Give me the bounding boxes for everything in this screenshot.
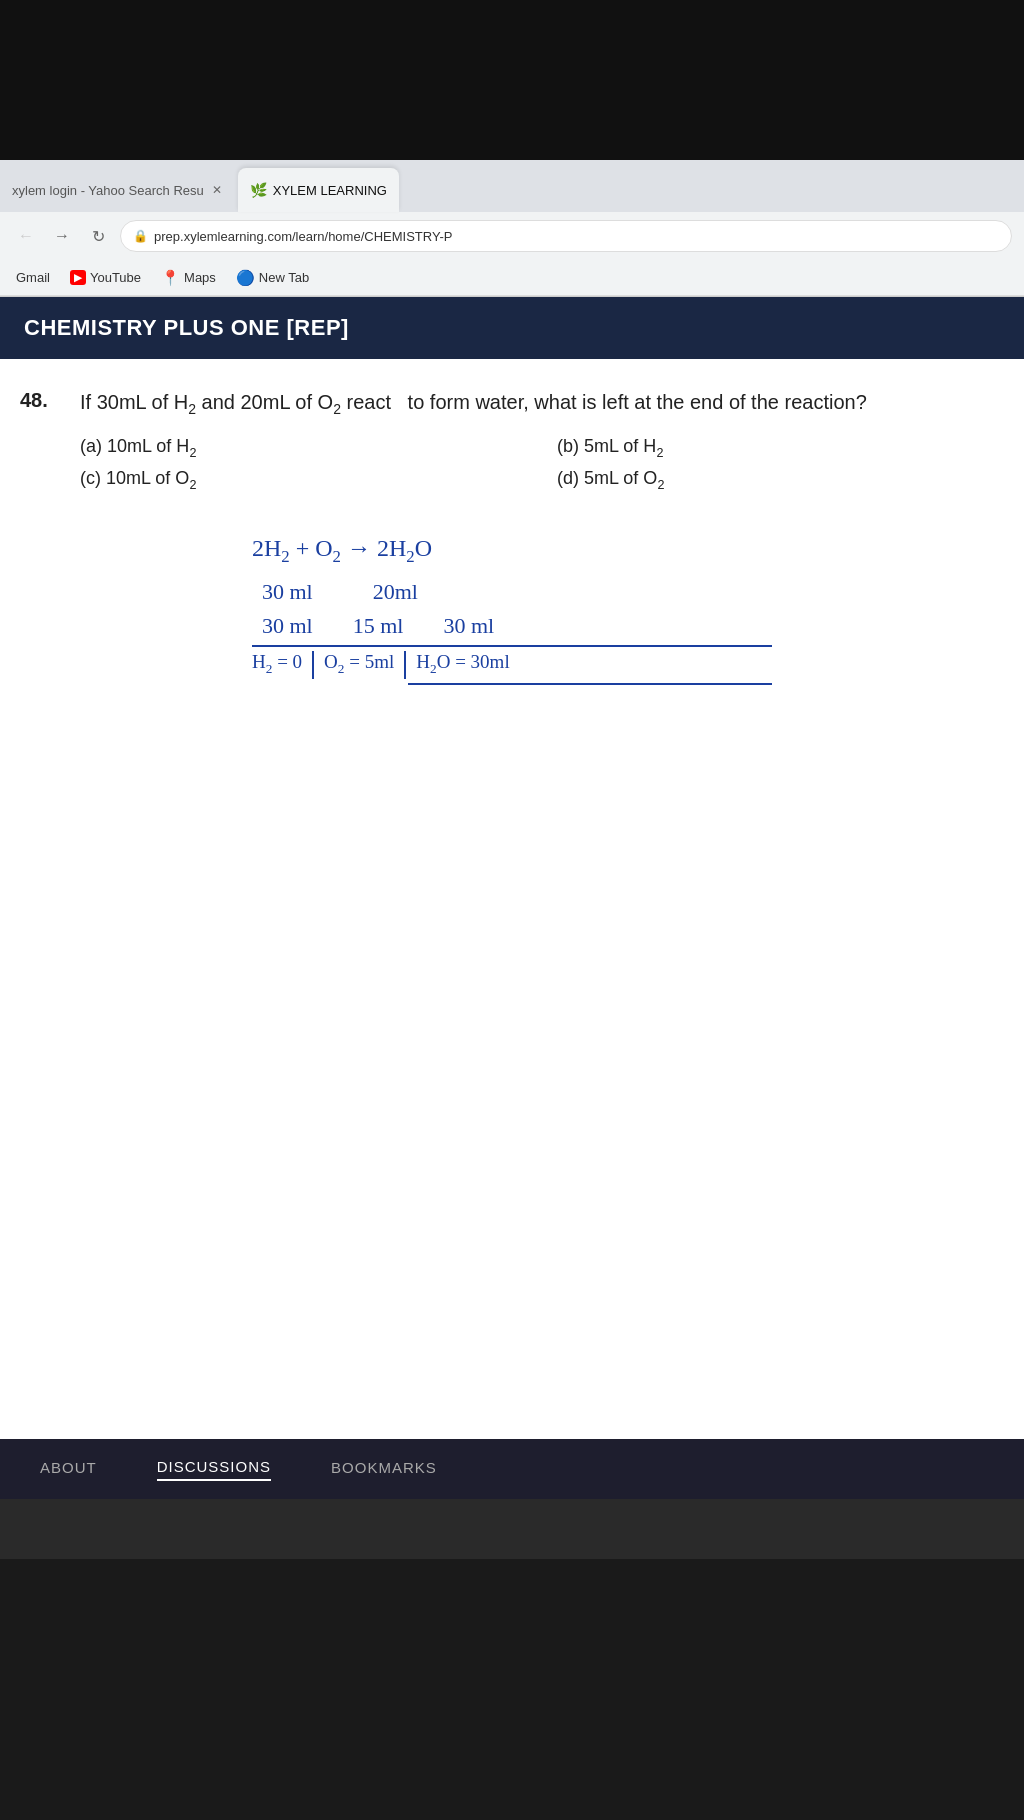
h2o-produced: 30 ml [443,613,494,639]
tab-xylem[interactable]: 🌿 XYLEM LEARNING [238,168,399,212]
refresh-button[interactable]: ↻ [84,222,112,250]
handwritten-solution: 2H2 + O2 → 2H2O 30 ml 20ml 30 ml 15 ml 3… [252,535,772,685]
option-c[interactable]: (c) 10mL of O2 [80,468,527,492]
h2-consumed: 30 ml [262,613,313,639]
bookmark-youtube[interactable]: ▶ YouTube [62,266,149,289]
option-a[interactable]: (a) 10mL of H2 [80,436,527,460]
bookmark-gmail[interactable]: Gmail [8,266,58,289]
maps-label: Maps [184,270,216,285]
bookmark-newtab[interactable]: 🔵 New Tab [228,265,317,291]
top-bezel [0,0,1024,160]
tab-yahoo[interactable]: xylem login - Yahoo Search Resu ✕ [0,168,234,212]
forward-button[interactable]: → [48,222,76,250]
maps-icon: 📍 [161,269,180,287]
bottom-nav-bookmarks[interactable]: BOOKMARKS [331,1459,437,1480]
solution-area: 2H2 + O2 → 2H2O 30 ml 20ml 30 ml 15 ml 3… [20,515,1004,715]
bookmark-maps[interactable]: 📍 Maps [153,265,224,291]
bottom-nav: ABOUT DISCUSSIONS BOOKMARKS [0,1439,1024,1499]
question-text: If 30mL of H2 and 20mL of O2 react to fo… [80,387,1004,420]
question-row: 48. If 30mL of H2 and 20mL of O2 react t… [20,387,1004,491]
equation-line: 2H2 + O2 → 2H2O [252,535,772,567]
tab-bar: xylem login - Yahoo Search Resu ✕ 🌿 XYLE… [0,160,1024,212]
content-spacer [0,959,1024,1439]
address-bar: ← → ↻ 🔒 prep.xylemlearning.com/learn/hom… [0,212,1024,260]
tab-xylem-title: XYLEM LEARNING [273,183,387,198]
result-o2: O2 = 5ml [324,651,394,677]
equation-text: 2H2 + O2 → 2H2O [252,535,432,567]
newtab-label: New Tab [259,270,309,285]
lock-icon: 🔒 [133,229,148,243]
site-header-title: CHEMISTRY PLUS ONE [REP] [24,315,1000,341]
bottom-nav-discussions[interactable]: DISCUSSIONS [157,1458,271,1481]
tab-xylem-icon: 🌿 [250,182,267,198]
newtab-icon: 🔵 [236,269,255,287]
amounts-line: 30 ml 20ml [252,579,772,605]
browser-chrome: xylem login - Yahoo Search Resu ✕ 🌿 XYLE… [0,160,1024,297]
tab-yahoo-title: xylem login - Yahoo Search Resu [12,183,204,198]
consumed-line: 30 ml 15 ml 30 ml [252,613,772,639]
result-h2o: H2O = 30ml [416,651,509,677]
back-button[interactable]: ← [12,222,40,250]
question-body: If 30mL of H2 and 20mL of O2 react to fo… [80,387,1004,491]
option-d[interactable]: (d) 5mL of O2 [557,468,1004,492]
h2-amount: 30 ml [262,579,313,605]
youtube-label: YouTube [90,270,141,285]
question-area: 48. If 30mL of H2 and 20mL of O2 react t… [0,359,1024,959]
options-grid: (a) 10mL of H2 (b) 5mL of H2 (c) 10mL of… [80,436,1004,491]
o2-amount: 20ml [373,579,418,605]
url-text: prep.xylemlearning.com/learn/home/CHEMIS… [154,229,452,244]
youtube-icon: ▶ [70,270,86,285]
page-content: CHEMISTRY PLUS ONE [REP] 48. If 30mL of … [0,297,1024,1439]
option-b[interactable]: (b) 5mL of H2 [557,436,1004,460]
url-bar[interactable]: 🔒 prep.xylemlearning.com/learn/home/CHEM… [120,220,1012,252]
bottom-bezel: ABOUT DISCUSSIONS BOOKMARKS [0,1439,1024,1559]
o2-consumed: 15 ml [353,613,404,639]
result-h2: H2 = 0 [252,651,302,677]
bookmarks-bar: Gmail ▶ YouTube 📍 Maps 🔵 New Tab [0,260,1024,296]
gmail-label: Gmail [16,270,50,285]
tab-yahoo-close[interactable]: ✕ [212,183,222,197]
bottom-nav-about[interactable]: ABOUT [40,1459,97,1480]
question-number: 48. [20,387,60,491]
site-header: CHEMISTRY PLUS ONE [REP] [0,297,1024,359]
